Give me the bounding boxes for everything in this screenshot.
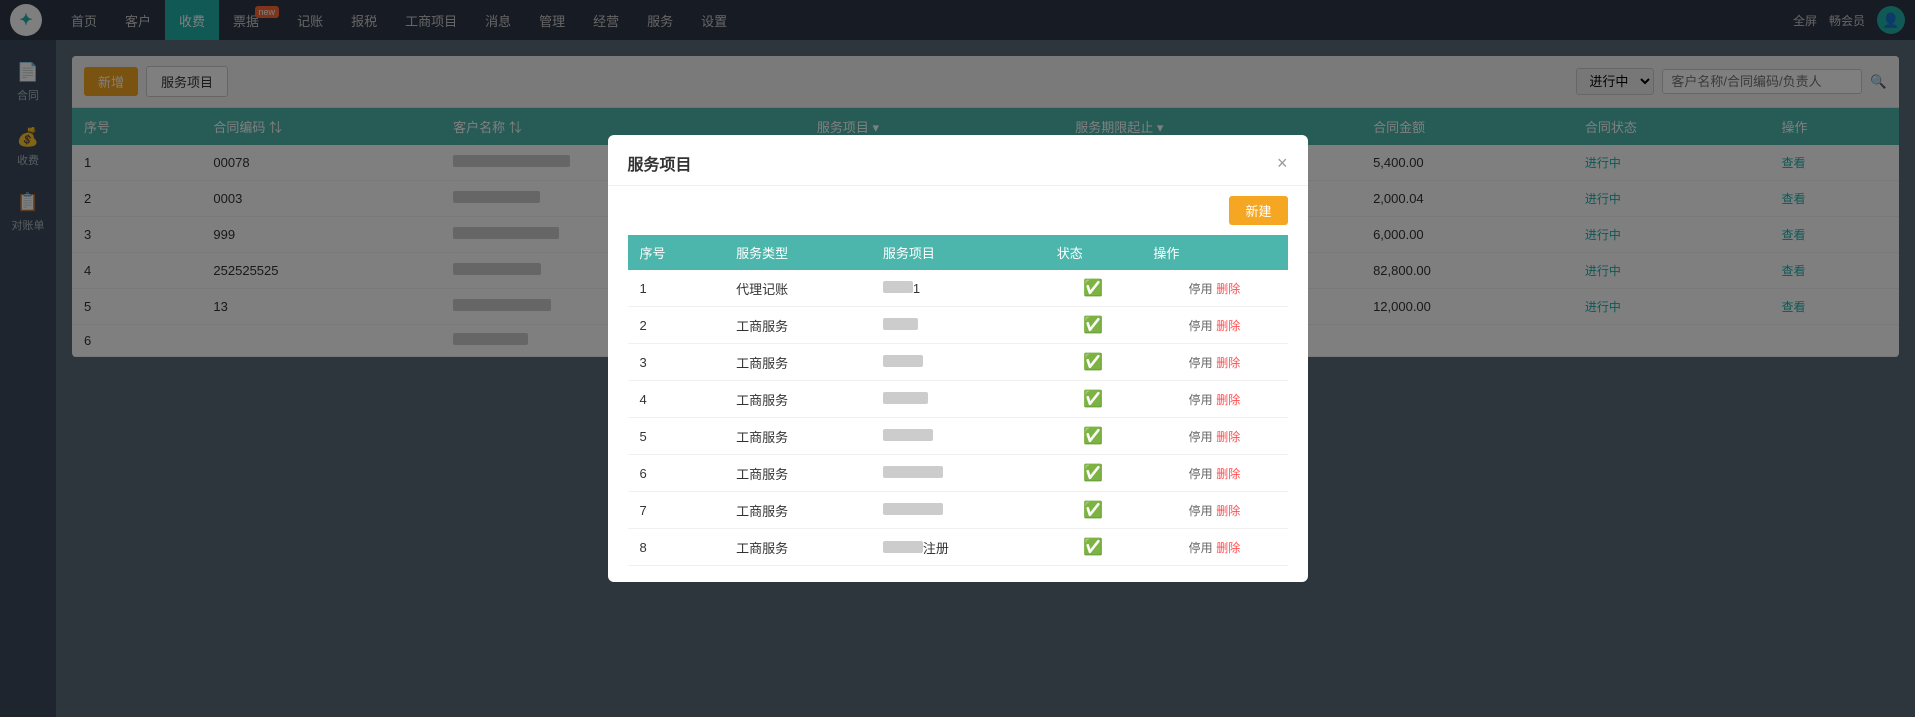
modal-cell-status: ✅ (1045, 381, 1142, 418)
modal-cell-type: 工商服务 (724, 492, 871, 529)
status-check-icon: ✅ (1083, 502, 1103, 519)
modal-cell-type: 工商服务 (724, 418, 871, 455)
delete-button[interactable]: 删除 (1216, 539, 1240, 556)
list-item: 2 工商服务 ✅ 停用 删除 (628, 307, 1288, 344)
modal-cell-seq: 6 (628, 455, 725, 492)
status-check-icon: ✅ (1083, 354, 1103, 371)
modal-cell-ops: 停用 删除 (1141, 455, 1287, 492)
modal-cell-status: ✅ (1045, 455, 1142, 492)
modal-cell-status: ✅ (1045, 529, 1142, 566)
modal-cell-seq: 7 (628, 492, 725, 529)
modal-cell-item (871, 455, 1045, 492)
modal-cell-seq: 5 (628, 418, 725, 455)
list-item: 1 代理记账 1 ✅ 停用 删除 (628, 270, 1288, 307)
list-item: 3 工商服务 ✅ 停用 删除 (628, 344, 1288, 381)
list-item: 4 工商服务 ✅ 停用 删除 (628, 381, 1288, 418)
modal-cell-ops: 停用 删除 (1141, 344, 1287, 381)
status-check-icon: ✅ (1083, 317, 1103, 334)
modal-cell-item (871, 418, 1045, 455)
service-items-table: 序号 服务类型 服务项目 状态 操作 1 代理记账 1 ✅ 停用 删除 2 工商… (628, 235, 1288, 566)
modal-col-ops: 操作 (1141, 235, 1287, 270)
modal-cell-type: 工商服务 (724, 381, 871, 418)
list-item: 8 工商服务 注册 ✅ 停用 删除 (628, 529, 1288, 566)
modal-cell-ops: 停用 删除 (1141, 307, 1287, 344)
status-check-icon: ✅ (1083, 539, 1103, 556)
modal-cell-type: 工商服务 (724, 455, 871, 492)
modal-cell-ops: 停用 删除 (1141, 381, 1287, 418)
modal-cell-ops: 停用 删除 (1141, 529, 1287, 566)
delete-button[interactable]: 删除 (1216, 465, 1240, 482)
modal-close-button[interactable]: × (1277, 153, 1288, 174)
disable-button[interactable]: 停用 (1189, 391, 1213, 408)
delete-button[interactable]: 删除 (1216, 317, 1240, 334)
delete-button[interactable]: 删除 (1216, 354, 1240, 371)
status-check-icon: ✅ (1083, 428, 1103, 445)
status-check-icon: ✅ (1083, 465, 1103, 482)
delete-button[interactable]: 删除 (1216, 280, 1240, 297)
service-modal: 服务项目 × 新建 序号 服务类型 服务项目 状态 操作 1 代理记账 (608, 135, 1308, 582)
disable-button[interactable]: 停用 (1189, 502, 1213, 519)
modal-cell-item: 注册 (871, 529, 1045, 566)
modal-cell-item (871, 381, 1045, 418)
delete-button[interactable]: 删除 (1216, 502, 1240, 519)
modal-cell-status: ✅ (1045, 307, 1142, 344)
modal-body: 序号 服务类型 服务项目 状态 操作 1 代理记账 1 ✅ 停用 删除 2 工商… (608, 235, 1308, 582)
delete-button[interactable]: 删除 (1216, 428, 1240, 445)
modal-cell-seq: 8 (628, 529, 725, 566)
modal-title: 服务项目 (628, 151, 692, 175)
modal-cell-type: 工商服务 (724, 529, 871, 566)
modal-cell-type: 工商服务 (724, 307, 871, 344)
list-item: 6 工商服务 ✅ 停用 删除 (628, 455, 1288, 492)
modal-cell-type: 工商服务 (724, 344, 871, 381)
modal-cell-seq: 1 (628, 270, 725, 307)
modal-cell-item (871, 307, 1045, 344)
disable-button[interactable]: 停用 (1189, 539, 1213, 556)
modal-new-button[interactable]: 新建 (1229, 196, 1287, 225)
delete-button[interactable]: 删除 (1216, 391, 1240, 408)
modal-col-item: 服务项目 (871, 235, 1045, 270)
modal-cell-seq: 4 (628, 381, 725, 418)
modal-cell-seq: 2 (628, 307, 725, 344)
list-item: 5 工商服务 ✅ 停用 删除 (628, 418, 1288, 455)
modal-col-type: 服务类型 (724, 235, 871, 270)
list-item: 7 工商服务 ✅ 停用 删除 (628, 492, 1288, 529)
disable-button[interactable]: 停用 (1189, 354, 1213, 371)
disable-button[interactable]: 停用 (1189, 428, 1213, 445)
modal-cell-ops: 停用 删除 (1141, 492, 1287, 529)
modal-cell-seq: 3 (628, 344, 725, 381)
modal-cell-type: 代理记账 (724, 270, 871, 307)
modal-toolbar: 新建 (608, 186, 1308, 235)
status-check-icon: ✅ (1083, 391, 1103, 408)
disable-button[interactable]: 停用 (1189, 280, 1213, 297)
modal-cell-status: ✅ (1045, 270, 1142, 307)
modal-overlay[interactable]: 服务项目 × 新建 序号 服务类型 服务项目 状态 操作 1 代理记账 (0, 0, 1915, 717)
modal-cell-status: ✅ (1045, 418, 1142, 455)
modal-header: 服务项目 × (608, 135, 1308, 186)
modal-cell-item: 1 (871, 270, 1045, 307)
status-check-icon: ✅ (1083, 280, 1103, 297)
disable-button[interactable]: 停用 (1189, 465, 1213, 482)
modal-cell-status: ✅ (1045, 492, 1142, 529)
modal-col-seq: 序号 (628, 235, 725, 270)
disable-button[interactable]: 停用 (1189, 317, 1213, 334)
modal-cell-ops: 停用 删除 (1141, 270, 1287, 307)
modal-cell-item (871, 492, 1045, 529)
modal-cell-status: ✅ (1045, 344, 1142, 381)
modal-cell-ops: 停用 删除 (1141, 418, 1287, 455)
modal-col-status: 状态 (1045, 235, 1142, 270)
modal-cell-item (871, 344, 1045, 381)
